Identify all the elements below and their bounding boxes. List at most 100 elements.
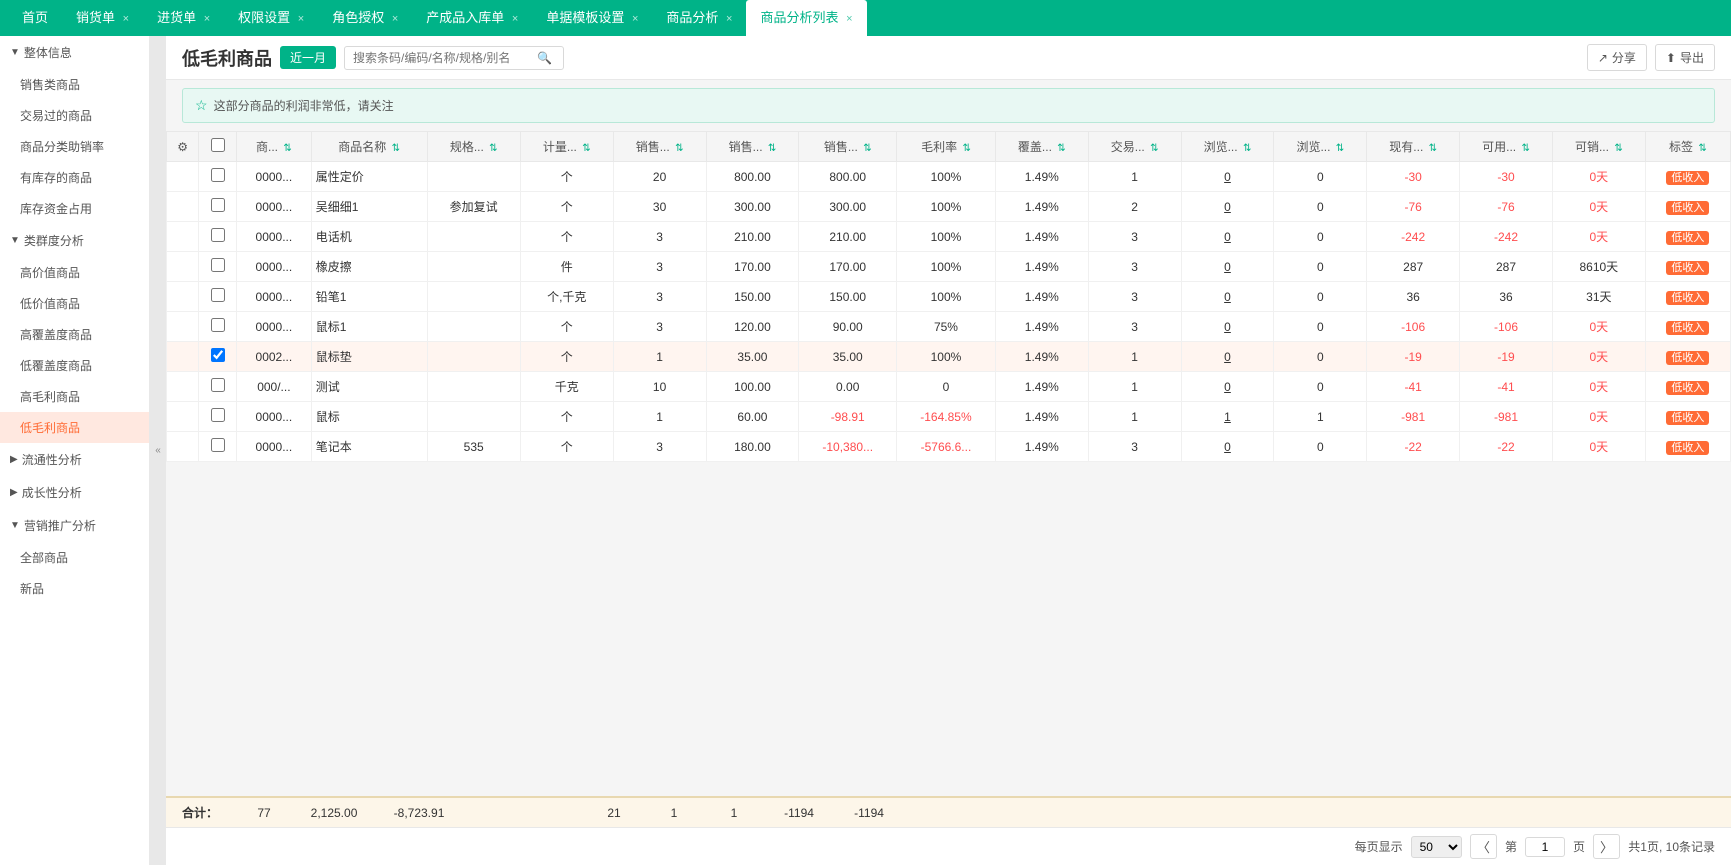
sidebar-item-category-rate[interactable]: 商品分类助销率 [0, 131, 149, 162]
search-box[interactable]: 🔍 [344, 46, 564, 70]
row-checkbox[interactable] [211, 378, 225, 392]
view1-link[interactable]: 0 [1224, 200, 1231, 214]
prev-page-button[interactable]: 〈 [1470, 834, 1497, 859]
view1-link[interactable]: 1 [1224, 410, 1231, 424]
sidebar-item-all-goods[interactable]: 全部商品 [0, 542, 149, 573]
share-button[interactable]: ↗ 分享 [1587, 44, 1647, 71]
sidebar-item-high-coverage[interactable]: 高覆盖度商品 [0, 319, 149, 350]
col-current-stock[interactable]: 现有... ⇅ [1367, 132, 1460, 162]
next-page-button[interactable]: 〉 [1593, 834, 1620, 859]
nav-product-analysis[interactable]: 商品分析 × [652, 0, 746, 36]
row-checkbox[interactable] [211, 258, 225, 272]
view1-link[interactable]: 0 [1224, 290, 1231, 304]
nav-template-settings[interactable]: 单据模板设置 × [532, 0, 652, 36]
cell-view1[interactable]: 0 [1181, 282, 1274, 312]
col-cover-rate[interactable]: 覆盖... ⇅ [995, 132, 1088, 162]
col-sale-qty[interactable]: 销售... ⇅ [613, 132, 706, 162]
col-saleable[interactable]: 可销... ⇅ [1552, 132, 1645, 162]
col-view2[interactable]: 浏览... ⇅ [1274, 132, 1367, 162]
nav-roles[interactable]: 角色授权 × [318, 0, 412, 36]
col-available[interactable]: 可用... ⇅ [1460, 132, 1553, 162]
col-sale-amount[interactable]: 销售... ⇅ [799, 132, 897, 162]
close-icon[interactable]: × [726, 13, 732, 25]
sidebar-section-cluster[interactable]: ▼ 类群度分析 [0, 224, 149, 257]
cell-checkbox[interactable] [199, 342, 237, 372]
close-icon[interactable]: × [298, 13, 304, 25]
row-checkbox[interactable] [211, 438, 225, 452]
close-icon[interactable]: × [123, 13, 129, 25]
nav-sales[interactable]: 销货单 × [62, 0, 143, 36]
search-icon[interactable]: 🔍 [537, 51, 552, 65]
cell-view1[interactable]: 0 [1181, 432, 1274, 462]
cell-checkbox[interactable] [199, 402, 237, 432]
export-button[interactable]: ⬆ 导出 [1655, 44, 1715, 71]
cell-checkbox[interactable] [199, 192, 237, 222]
cell-checkbox[interactable] [199, 282, 237, 312]
nav-purchase[interactable]: 进货单 × [143, 0, 224, 36]
col-unit[interactable]: 计量... ⇅ [520, 132, 613, 162]
col-gross-rate[interactable]: 毛利率 ⇅ [897, 132, 996, 162]
sidebar-item-high-value[interactable]: 高价值商品 [0, 257, 149, 288]
view1-link[interactable]: 0 [1224, 350, 1231, 364]
row-checkbox[interactable] [211, 348, 225, 362]
sidebar-item-stocked-goods[interactable]: 有库存的商品 [0, 162, 149, 193]
sidebar-section-overview[interactable]: ▼ 整体信息 [0, 36, 149, 69]
row-checkbox[interactable] [211, 288, 225, 302]
row-checkbox[interactable] [211, 228, 225, 242]
cell-checkbox[interactable] [199, 162, 237, 192]
view1-link[interactable]: 0 [1224, 170, 1231, 184]
per-page-select[interactable]: 50 100 200 [1411, 836, 1462, 858]
close-icon[interactable]: × [846, 13, 852, 25]
close-icon[interactable]: × [392, 13, 398, 25]
close-icon[interactable]: × [512, 13, 518, 25]
sidebar-section-marketing[interactable]: ▼ 营销推广分析 [0, 509, 149, 542]
row-checkbox[interactable] [211, 168, 225, 182]
sidebar-item-traded-goods[interactable]: 交易过的商品 [0, 100, 149, 131]
cell-view1[interactable]: 0 [1181, 162, 1274, 192]
col-checkbox[interactable] [199, 132, 237, 162]
sidebar-item-low-margin[interactable]: 低毛利商品 [0, 412, 149, 443]
cell-checkbox[interactable] [199, 252, 237, 282]
sidebar-item-new-goods[interactable]: 新品 [0, 573, 149, 604]
col-name[interactable]: 商品名称 ⇅ [311, 132, 427, 162]
row-checkbox[interactable] [211, 408, 225, 422]
nav-product-entry[interactable]: 产成品入库单 × [412, 0, 532, 36]
cell-checkbox[interactable] [199, 222, 237, 252]
nav-permissions[interactable]: 权限设置 × [224, 0, 318, 36]
cell-view1[interactable]: 0 [1181, 222, 1274, 252]
close-icon[interactable]: × [632, 13, 638, 25]
col-trade-count[interactable]: 交易... ⇅ [1088, 132, 1181, 162]
col-code[interactable]: 商... ⇅ [236, 132, 311, 162]
row-checkbox[interactable] [211, 198, 225, 212]
col-tag[interactable]: 标签 ⇅ [1645, 132, 1730, 162]
view1-link[interactable]: 0 [1224, 380, 1231, 394]
search-input[interactable] [353, 51, 533, 65]
sidebar-collapse-button[interactable]: « [150, 36, 166, 865]
sidebar-section-growth[interactable]: ▶ 成长性分析 [0, 476, 149, 509]
filter-button[interactable]: 近一月 [280, 46, 336, 69]
sidebar-item-sales-goods[interactable]: 销售类商品 [0, 69, 149, 100]
page-number-input[interactable] [1525, 837, 1565, 857]
cell-checkbox[interactable] [199, 312, 237, 342]
sidebar-item-low-coverage[interactable]: 低覆盖度商品 [0, 350, 149, 381]
cell-view1[interactable]: 0 [1181, 342, 1274, 372]
sidebar-item-stock-capital[interactable]: 库存资金占用 [0, 193, 149, 224]
col-settings[interactable]: ⚙ [167, 132, 199, 162]
close-icon[interactable]: × [204, 13, 210, 25]
select-all-checkbox[interactable] [211, 138, 225, 152]
row-checkbox[interactable] [211, 318, 225, 332]
cell-view1[interactable]: 1 [1181, 402, 1274, 432]
nav-home[interactable]: 首页 [8, 0, 62, 36]
cell-view1[interactable]: 0 [1181, 192, 1274, 222]
cell-view1[interactable]: 0 [1181, 372, 1274, 402]
sidebar-section-liquidity[interactable]: ▶ 流通性分析 [0, 443, 149, 476]
cell-view1[interactable]: 0 [1181, 252, 1274, 282]
cell-view1[interactable]: 0 [1181, 312, 1274, 342]
col-spec[interactable]: 规格... ⇅ [427, 132, 520, 162]
col-view1[interactable]: 浏览... ⇅ [1181, 132, 1274, 162]
col-sale-price[interactable]: 销售... ⇅ [706, 132, 799, 162]
view1-link[interactable]: 0 [1224, 320, 1231, 334]
view1-link[interactable]: 0 [1224, 440, 1231, 454]
settings-icon[interactable]: ⚙ [177, 140, 188, 154]
nav-product-analysis-list[interactable]: 商品分析列表 × [746, 0, 866, 36]
